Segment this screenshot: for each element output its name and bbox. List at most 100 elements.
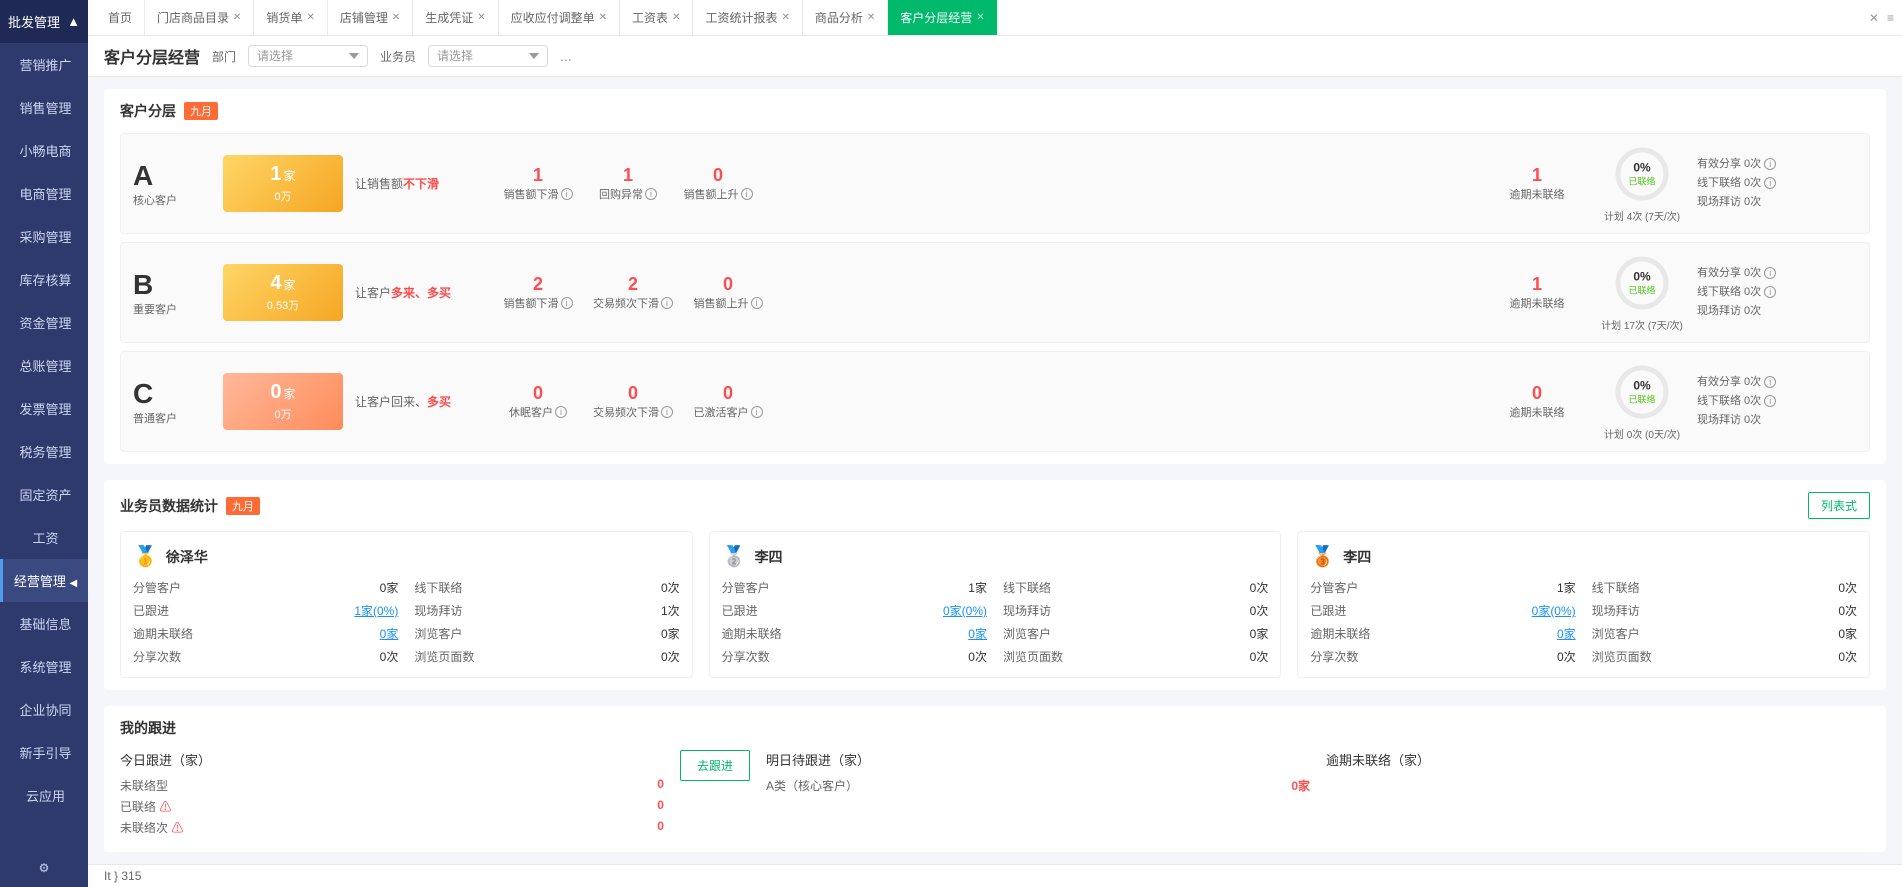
staff-stat-row: 分享次数 0次 (1310, 648, 1575, 665)
staff-stat-row: 浏览客户 0家 (1592, 625, 1857, 642)
sidebar-toggle-icon[interactable]: ▲ (67, 14, 80, 29)
tomorrow-followup-col: 明日待跟进（家） A类（核心客户） 0家 (766, 750, 1310, 798)
tab-store-mgmt[interactable]: 店铺管理 ✕ (328, 0, 413, 35)
customer-section-header: 客户分层 九月 (120, 101, 1870, 121)
staff-stat-row: 已跟进 0家(0%) (1310, 602, 1575, 619)
tier-a-contact: 1 逾期未联络 (1487, 165, 1587, 202)
tier-b-contact: 1 逾期未联络 (1487, 274, 1587, 311)
staff-stats-2: 分管客户 1家 线下联络 0次 已跟进 0家(0%) 现场拜访 (722, 579, 1269, 665)
info-icon[interactable]: i (1764, 158, 1776, 170)
status-text: It } 315 (104, 869, 141, 883)
tab-close-icon[interactable]: ✕ (392, 12, 400, 23)
staff-select[interactable]: 请选择 (428, 45, 548, 67)
list-view-button[interactable]: 列表式 (1808, 492, 1870, 519)
tab-home[interactable]: 首页 (96, 0, 145, 35)
followup-stat-row: 未联络次 ⚠ 0 (120, 819, 664, 836)
tab-customer-tier[interactable]: 客户分层经营 ✕ (888, 0, 997, 35)
sidebar-item-sales[interactable]: 销售管理 (0, 86, 88, 129)
followup-title: 我的跟进 (120, 718, 1870, 738)
tier-c-stat3: 0 已激活客户 i (693, 383, 763, 420)
sidebar-item-tax[interactable]: 税务管理 (0, 430, 88, 473)
tab-store-products[interactable]: 门店商品目录 ✕ (145, 0, 254, 35)
tab-close-icon[interactable]: ✕ (867, 12, 875, 23)
tab-close-icon[interactable]: ✕ (672, 12, 680, 23)
tier-b-right-stats: 有效分享 0次 i 线下联络 0次 i 现场拜访 0次 (1697, 264, 1857, 321)
sidebar-item-purchase[interactable]: 采购管理 (0, 215, 88, 258)
tab-payroll-report[interactable]: 工资统计报表 ✕ (693, 0, 802, 35)
customer-tier-section: 客户分层 九月 A 核心客户 1 家 0万 (104, 89, 1886, 464)
tab-close-icon[interactable]: ✕ (599, 12, 607, 23)
settings-button[interactable]: ⚙ (0, 849, 88, 887)
sidebar-item-system[interactable]: 系统管理 (0, 645, 88, 688)
page-title: 客户分层经营 (104, 44, 200, 68)
sidebar-item-operations[interactable]: 经营管理 ◀ (0, 559, 88, 602)
tab-close-icon[interactable]: ✕ (781, 12, 789, 23)
sidebar-item-inventory[interactable]: 库存核算 (0, 258, 88, 301)
tier-a-stat1: 1 销售额下滑 i (503, 165, 573, 202)
sidebar-item-cloud[interactable]: 云应用 (0, 774, 88, 817)
staff-stat-row: 现场拜访 0次 (1592, 602, 1857, 619)
tier-c-stat2: 0 交易频次下滑 i (593, 383, 673, 420)
tab-close-icon[interactable]: ✕ (477, 12, 485, 23)
tab-voucher[interactable]: 生成凭证 ✕ (413, 0, 498, 35)
staff-stat-row: 逾期未联络 0家 (1310, 625, 1575, 642)
tier-a-right-stats: 有效分享 0次 i 线下联络 0次 i 现场拜访 0次 (1697, 155, 1857, 212)
sidebar-item-marketing[interactable]: 营销推广 (0, 43, 88, 86)
sidebar-item-payroll[interactable]: 工资 (0, 516, 88, 559)
content-area: 客户分层 九月 A 核心客户 1 家 0万 (88, 77, 1902, 864)
tier-a-count: 1 家 0万 (223, 155, 343, 212)
info-icon[interactable]: i (751, 297, 763, 309)
sidebar-item-guide[interactable]: 新手引导 (0, 731, 88, 774)
sidebar-item-ecommerce-small[interactable]: 小畅电商 (0, 129, 88, 172)
filter-more[interactable]: ... (560, 48, 572, 64)
sidebar-item-finance[interactable]: 资金管理 (0, 301, 88, 344)
today-followup-title: 今日跟进（家） (120, 750, 664, 769)
tier-c-label: C 普通客户 (133, 378, 223, 426)
info-icon[interactable]: i (1764, 376, 1776, 388)
info-icon[interactable]: i (741, 188, 753, 200)
tier-a-stat2: 1 回购异常 i (593, 165, 663, 202)
info-icon[interactable]: i (661, 406, 673, 418)
info-icon[interactable]: i (645, 188, 657, 200)
tab-sales-order[interactable]: 销货单 ✕ (254, 0, 327, 35)
tab-close-icon[interactable]: ✕ (976, 12, 984, 23)
info-icon[interactable]: i (1764, 177, 1776, 189)
tab-close-icon[interactable]: ✕ (233, 12, 241, 23)
info-icon[interactable]: i (661, 297, 673, 309)
sidebar-item-collab[interactable]: 企业协同 (0, 688, 88, 731)
tomorrow-followup-title: 明日待跟进（家） (766, 750, 1310, 769)
biz-section-header: 业务员数据统计 九月 列表式 (120, 492, 1870, 519)
staff-stat-row: 浏览页面数 0次 (414, 648, 679, 665)
tab-product-analysis[interactable]: 商品分析 ✕ (803, 0, 888, 35)
go-followup-button[interactable]: 去跟进 (680, 750, 750, 781)
info-icon[interactable]: i (1764, 395, 1776, 407)
info-icon[interactable]: i (555, 406, 567, 418)
sidebar: 批发管理 ▲ 营销推广 销售管理 小畅电商 电商管理 采购管理 库存核算 资金管… (0, 0, 88, 887)
tab-bar-actions: ✕ ≡ (1869, 11, 1894, 25)
sidebar-title: 批发管理 (8, 12, 60, 31)
tab-ar-ap[interactable]: 应收应付调整单 ✕ (499, 0, 620, 35)
dept-select[interactable]: 请选择 (248, 45, 368, 67)
info-icon[interactable]: i (1764, 286, 1776, 298)
sidebar-item-basic[interactable]: 基础信息 (0, 602, 88, 645)
overdue-followup-title: 逾期未联络（家） (1326, 750, 1870, 769)
tier-row-c: C 普通客户 0 家 0万 让客户回来、多买 (120, 351, 1870, 452)
close-all-icon[interactable]: ✕ (1869, 11, 1879, 25)
staff-stat-row: 线下联络 0次 (414, 579, 679, 596)
tier-c-right-stats: 有效分享 0次 i 线下联络 0次 i 现场拜访 0次 (1697, 373, 1857, 430)
staff-stat-row: 现场拜访 0次 (1003, 602, 1268, 619)
biz-section-title: 业务员数据统计 (120, 496, 218, 516)
today-followup-col: 今日跟进（家） 未联络型 0 已联络 ⚠ 0 未联络次 ⚠ 0 (120, 750, 664, 840)
sidebar-item-ecommerce[interactable]: 电商管理 (0, 172, 88, 215)
sidebar-item-assets[interactable]: 固定资产 (0, 473, 88, 516)
info-icon[interactable]: i (561, 297, 573, 309)
sidebar-item-ledger[interactable]: 总账管理 (0, 344, 88, 387)
sidebar-item-invoice[interactable]: 发票管理 (0, 387, 88, 430)
info-icon[interactable]: i (751, 406, 763, 418)
info-icon[interactable]: i (561, 188, 573, 200)
tab-close-icon[interactable]: ✕ (306, 12, 314, 23)
info-icon[interactable]: i (1764, 267, 1776, 279)
tab-more-icon[interactable]: ≡ (1887, 11, 1894, 25)
sidebar-header[interactable]: 批发管理 ▲ (0, 0, 88, 43)
tab-payroll[interactable]: 工资表 ✕ (620, 0, 693, 35)
